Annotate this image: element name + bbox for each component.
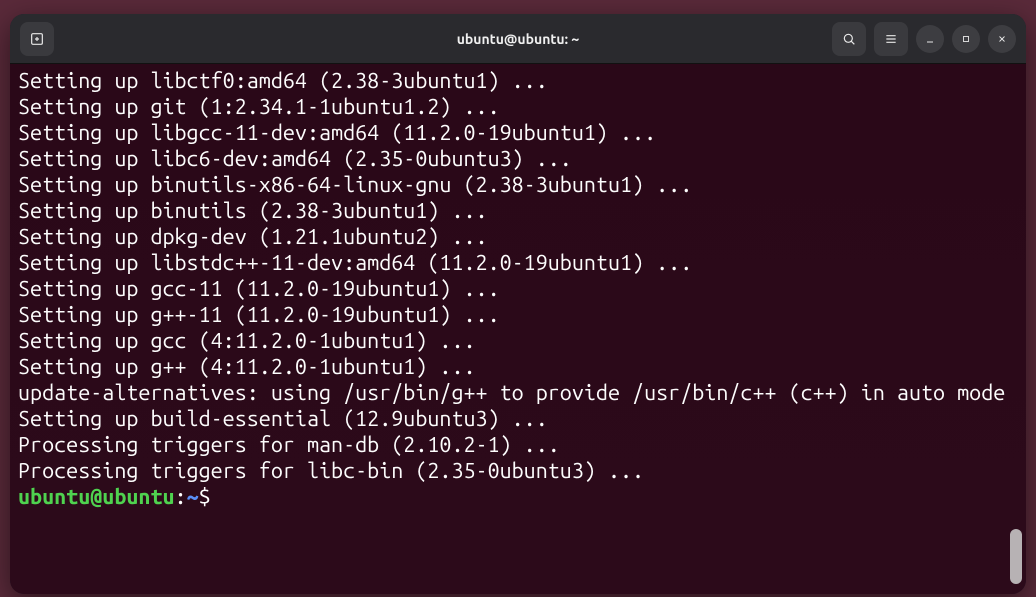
hamburger-icon xyxy=(883,31,899,47)
output-line: Setting up gcc-11 (11.2.0-19ubuntu1) ... xyxy=(18,276,1018,302)
output-line: Setting up g++ (4:11.2.0-1ubuntu1) ... xyxy=(18,354,1018,380)
cursor xyxy=(213,487,224,509)
close-icon xyxy=(996,33,1008,45)
minimize-button[interactable] xyxy=(916,25,944,53)
menu-button[interactable] xyxy=(874,22,908,56)
output-line: Setting up libc6-dev:amd64 (2.35-0ubuntu… xyxy=(18,146,1018,172)
output-line: Processing triggers for man-db (2.10.2-1… xyxy=(18,432,1018,458)
minimize-icon xyxy=(924,33,936,45)
output-line: Setting up libstdc++-11-dev:amd64 (11.2.… xyxy=(18,250,1018,276)
output-line: Setting up libctf0:amd64 (2.38-3ubuntu1)… xyxy=(18,68,1018,94)
output-line: Setting up g++-11 (11.2.0-19ubuntu1) ... xyxy=(18,302,1018,328)
terminal-body[interactable]: Setting up libctf0:amd64 (2.38-3ubuntu1)… xyxy=(10,64,1026,594)
output-line: Setting up build-essential (12.9ubuntu3)… xyxy=(18,406,1018,432)
search-button[interactable] xyxy=(832,22,866,56)
terminal-window: ubuntu@ubuntu: ~ xyxy=(10,14,1026,594)
titlebar: ubuntu@ubuntu: ~ xyxy=(10,14,1026,64)
window-title: ubuntu@ubuntu: ~ xyxy=(457,31,580,47)
output-line: Setting up gcc (4:11.2.0-1ubuntu1) ... xyxy=(18,328,1018,354)
output-line: Setting up git (1:2.34.1-1ubuntu1.2) ... xyxy=(18,94,1018,120)
prompt-line: ubuntu@ubuntu:~$ xyxy=(18,484,1018,510)
prompt-colon: : xyxy=(175,485,187,509)
new-tab-icon xyxy=(29,31,45,47)
maximize-icon xyxy=(960,33,972,45)
close-button[interactable] xyxy=(988,25,1016,53)
maximize-button[interactable] xyxy=(952,25,980,53)
output-line: update-alternatives: using /usr/bin/g++ … xyxy=(18,380,1018,406)
scrollbar-thumb[interactable] xyxy=(1010,529,1022,584)
prompt-user-host: ubuntu@ubuntu xyxy=(18,485,175,509)
search-icon xyxy=(841,31,857,47)
new-tab-button[interactable] xyxy=(20,22,54,56)
output-line: Setting up binutils (2.38-3ubuntu1) ... xyxy=(18,198,1018,224)
output-line: Setting up dpkg-dev (1.21.1ubuntu2) ... xyxy=(18,224,1018,250)
prompt-symbol: $ xyxy=(199,485,211,509)
prompt-path: ~ xyxy=(187,485,199,509)
output-line: Processing triggers for libc-bin (2.35-0… xyxy=(18,458,1018,484)
output-line: Setting up binutils-x86-64-linux-gnu (2.… xyxy=(18,172,1018,198)
output-line: Setting up libgcc-11-dev:amd64 (11.2.0-1… xyxy=(18,120,1018,146)
terminal-output: Setting up libctf0:amd64 (2.38-3ubuntu1)… xyxy=(18,68,1018,484)
